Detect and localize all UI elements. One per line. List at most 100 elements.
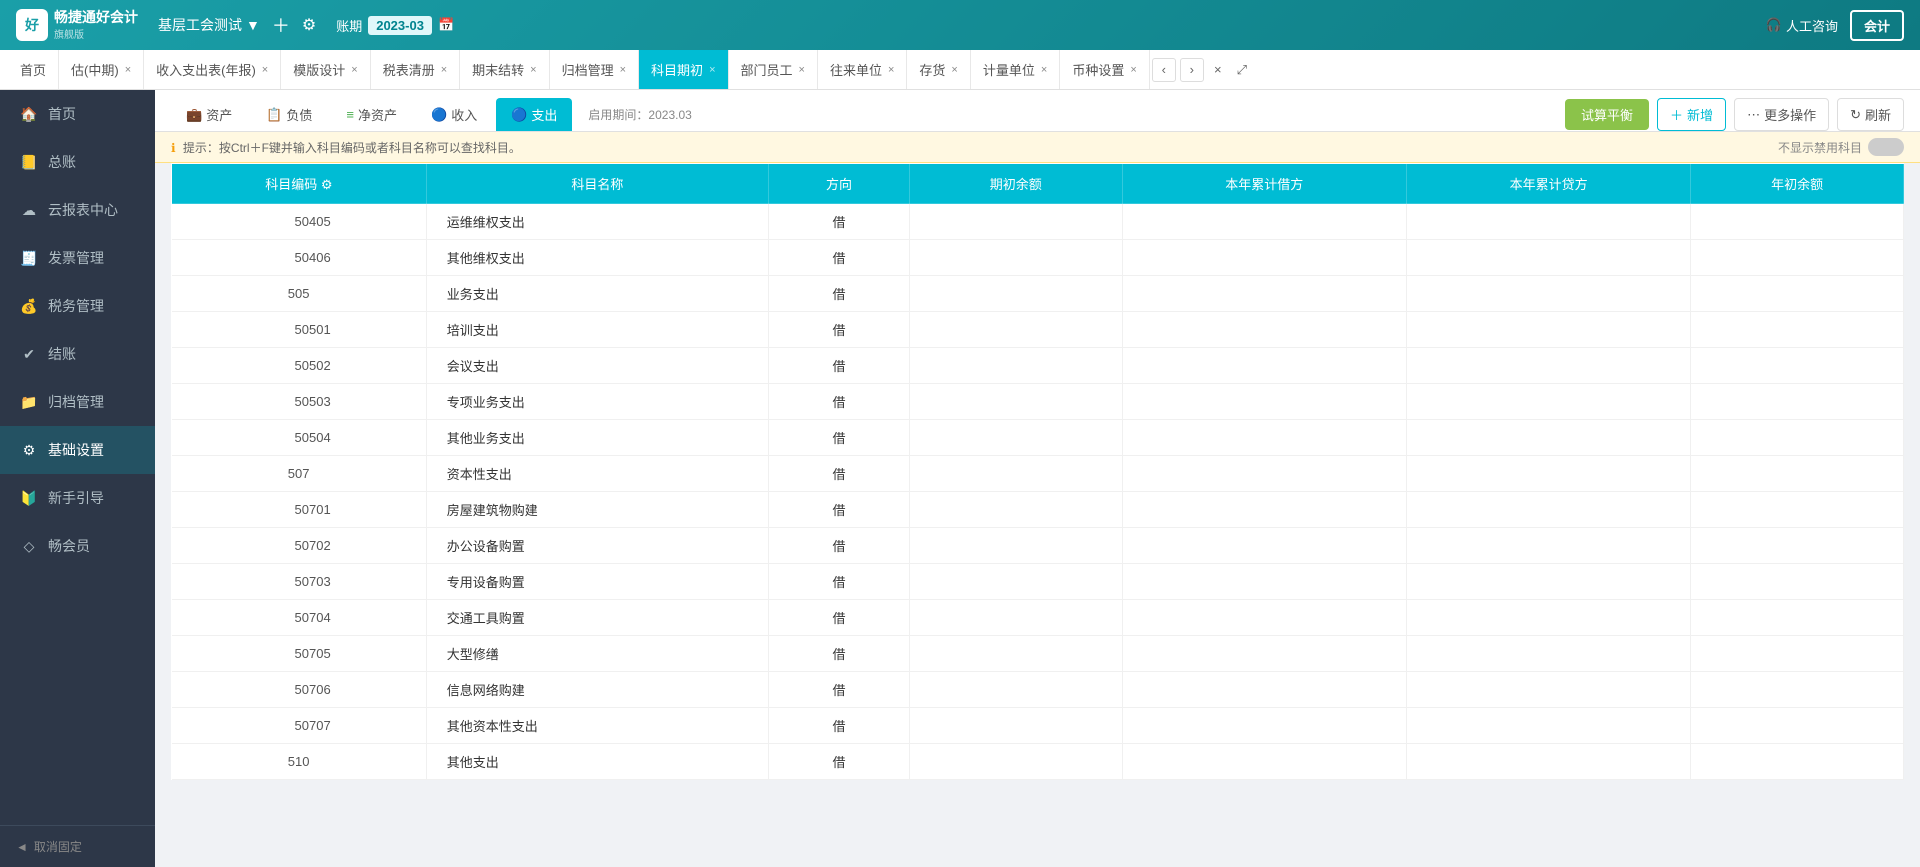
tab-template[interactable]: 模版设计 × <box>281 50 370 90</box>
disabled-toggle[interactable]: 不显示禁用科目 <box>1778 138 1904 156</box>
table-row[interactable]: 507资本性支出借 <box>172 456 1904 492</box>
cell-code: 50504 <box>172 420 427 456</box>
table-row[interactable]: 50707其他资本性支出借 <box>172 708 1904 744</box>
add-company-icon[interactable]: ＋ <box>272 12 290 38</box>
tab-close-currency[interactable]: × <box>1130 64 1136 76</box>
table-row[interactable]: 50501培训支出借 <box>172 312 1904 348</box>
tab-close-all-button[interactable]: × <box>1206 58 1230 82</box>
col-ytd-credit: 本年累计贷方 <box>1406 164 1690 204</box>
tab-close-partner[interactable]: × <box>888 64 894 76</box>
sidebar-item-checkout[interactable]: ✔ 结账 <box>0 330 155 378</box>
subtab-asset[interactable]: 💼 资产 <box>171 98 247 131</box>
tab-close-template[interactable]: × <box>351 64 357 76</box>
cell-opening-balance <box>909 204 1122 240</box>
table-row[interactable]: 50503专项业务支出借 <box>172 384 1904 420</box>
tab-close-estimate[interactable]: × <box>125 64 131 76</box>
settings-icon[interactable]: ⚙ <box>302 15 316 35</box>
company-selector[interactable]: 基层工会测试 ▼ <box>158 15 260 35</box>
tab-close-archive[interactable]: × <box>620 64 626 76</box>
table-row[interactable]: 50406其他维权支出借 <box>172 240 1904 276</box>
col-direction: 方向 <box>769 164 910 204</box>
subtab-income[interactable]: 🔵 收入 <box>416 98 492 131</box>
headset-icon: 🎧 <box>1766 17 1782 33</box>
cell-ytd-debit <box>1122 384 1406 420</box>
cell-code: 50502 <box>172 348 427 384</box>
calendar-icon[interactable]: 📅 <box>438 17 454 33</box>
cell-ytd-debit <box>1122 456 1406 492</box>
sidebar-item-guide[interactable]: 🔰 新手引导 <box>0 474 155 522</box>
tab-estimate[interactable]: 估(中期) × <box>59 50 144 90</box>
subtab-expense[interactable]: 🔵 支出 <box>496 98 572 131</box>
cell-ytd-debit <box>1122 528 1406 564</box>
cell-code: 50406 <box>172 240 427 276</box>
tab-tax[interactable]: 税表清册 × <box>371 50 460 90</box>
tab-close-tax[interactable]: × <box>441 64 447 76</box>
refresh-button[interactable]: ↻ 刷新 <box>1837 98 1904 131</box>
cell-opening-balance <box>909 636 1122 672</box>
sidebar-item-cloud-report[interactable]: ☁ 云报表中心 <box>0 186 155 234</box>
cell-direction: 借 <box>769 276 910 312</box>
table-row[interactable]: 50702办公设备购置借 <box>172 528 1904 564</box>
sub-tab-bar: 💼 资产 📋 负债 ≡ 净资产 🔵 收入 🔵 支出 启用期间：2023.03 试 <box>155 90 1920 132</box>
cell-ytd-debit <box>1122 204 1406 240</box>
tab-prev-button[interactable]: ‹ <box>1152 58 1176 82</box>
subject-table: 科目编码 ⚙ 科目名称 方向 期初余额 本年累计借方 本年累计贷方 年初余额 5… <box>171 163 1904 780</box>
sidebar-item-home[interactable]: 🏠 首页 <box>0 90 155 138</box>
table-row[interactable]: 50502会议支出借 <box>172 348 1904 384</box>
consult-button[interactable]: 🎧 人工咨询 <box>1766 16 1838 35</box>
more-button[interactable]: ⋯ 更多操作 <box>1734 98 1829 131</box>
cell-name: 资本性支出 <box>426 456 768 492</box>
tab-inventory[interactable]: 存货 × <box>907 50 970 90</box>
sidebar-item-settings[interactable]: ⚙ 基础设置 <box>0 426 155 474</box>
tab-expand-button[interactable]: ⤢ <box>1230 58 1254 82</box>
table-row[interactable]: 50705大型修缮借 <box>172 636 1904 672</box>
sidebar-item-tax[interactable]: 💰 税务管理 <box>0 282 155 330</box>
table-row[interactable]: 50706信息网络购建借 <box>172 672 1904 708</box>
table-row[interactable]: 50504其他业务支出借 <box>172 420 1904 456</box>
cell-ytd-debit <box>1122 420 1406 456</box>
sidebar-item-invoice[interactable]: 🧾 发票管理 <box>0 234 155 282</box>
tab-subject-init[interactable]: 科目期初 × <box>639 50 728 90</box>
tab-partner[interactable]: 往来单位 × <box>818 50 907 90</box>
subtab-equity[interactable]: ≡ 净资产 <box>331 98 412 131</box>
tab-unit[interactable]: 计量单位 × <box>971 50 1060 90</box>
tab-currency[interactable]: 币种设置 × <box>1060 50 1149 90</box>
subtab-liability[interactable]: 📋 负债 <box>251 98 327 131</box>
col-settings-icon[interactable]: ⚙ <box>321 177 333 192</box>
table-row[interactable]: 510其他支出借 <box>172 744 1904 780</box>
cell-direction: 借 <box>769 312 910 348</box>
tab-archive[interactable]: 归档管理 × <box>550 50 639 90</box>
sidebar-item-member[interactable]: ◇ 畅会员 <box>0 522 155 570</box>
table-row[interactable]: 50405运维维权支出借 <box>172 204 1904 240</box>
table-row[interactable]: 50703专用设备购置借 <box>172 564 1904 600</box>
add-button[interactable]: ＋ 新增 <box>1657 98 1726 131</box>
tab-period-end[interactable]: 期末结转 × <box>460 50 549 90</box>
table-row[interactable]: 50701房屋建筑物购建借 <box>172 492 1904 528</box>
tab-close-subject-init[interactable]: × <box>709 64 715 76</box>
table-row[interactable]: 505业务支出借 <box>172 276 1904 312</box>
tab-next-button[interactable]: › <box>1180 58 1204 82</box>
cell-direction: 借 <box>769 744 910 780</box>
cell-direction: 借 <box>769 420 910 456</box>
tab-close-inventory[interactable]: × <box>951 64 957 76</box>
tab-close-period-end[interactable]: × <box>530 64 536 76</box>
tab-close-income-report[interactable]: × <box>262 64 268 76</box>
sidebar-item-ledger[interactable]: 📒 总账 <box>0 138 155 186</box>
tab-close-unit[interactable]: × <box>1041 64 1047 76</box>
cell-opening-balance <box>909 240 1122 276</box>
logo-sub: 旗舰版 <box>54 26 138 41</box>
sidebar-item-archive[interactable]: 📁 归档管理 <box>0 378 155 426</box>
balance-button[interactable]: 试算平衡 <box>1565 99 1649 130</box>
tab-income-report[interactable]: 收入支出表(年报) × <box>144 50 281 90</box>
table-row[interactable]: 50704交通工具购置借 <box>172 600 1904 636</box>
table-header-row: 科目编码 ⚙ 科目名称 方向 期初余额 本年累计借方 本年累计贷方 年初余额 <box>172 164 1904 204</box>
cell-code: 505 <box>172 276 427 312</box>
sidebar-collapse-button[interactable]: ◄ 取消固定 <box>0 825 155 867</box>
tab-close-dept-staff[interactable]: × <box>799 64 805 76</box>
account-button[interactable]: 会计 <box>1850 10 1904 41</box>
col-ytd-debit: 本年累计借方 <box>1122 164 1406 204</box>
cell-opening-balance <box>909 348 1122 384</box>
tab-home[interactable]: 首页 <box>8 50 59 90</box>
tab-dept-staff[interactable]: 部门员工 × <box>729 50 818 90</box>
toggle-switch[interactable] <box>1868 138 1904 156</box>
